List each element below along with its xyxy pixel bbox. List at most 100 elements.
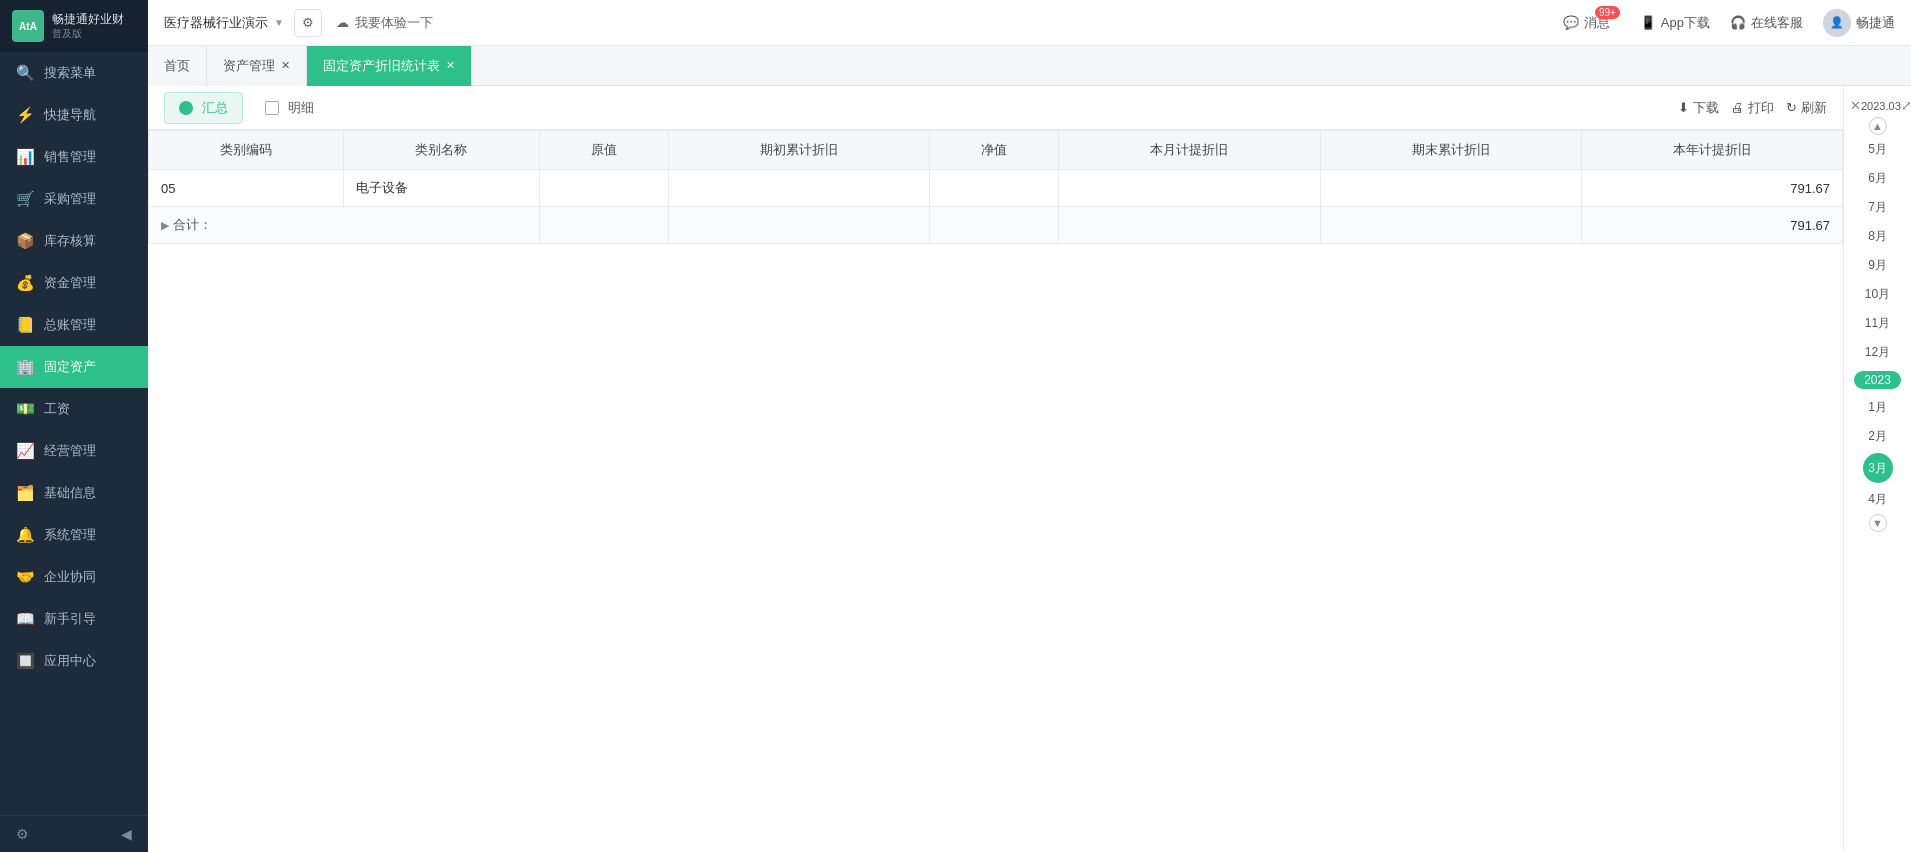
content-area: 汇总 明细 ⬇ 下载 🖨 打印 (148, 86, 1911, 852)
cloud-icon: ☁ (336, 15, 349, 30)
sidebar-item-operations[interactable]: 📈 经营管理 (0, 430, 148, 472)
refresh-label: 刷新 (1801, 99, 1827, 117)
cell-monthly-dep (1059, 170, 1320, 207)
messages-button[interactable]: 💬 消息 99+ (1563, 14, 1610, 32)
month-item-2[interactable]: 2月 (1844, 422, 1911, 451)
month-item-11[interactable]: 11月 (1844, 309, 1911, 338)
tab-depreciation-report-label: 固定资产折旧统计表 (323, 57, 440, 75)
month-item-7[interactable]: 7月 (1844, 193, 1911, 222)
phone-icon: 📱 (1640, 15, 1656, 30)
cell-annual-dep: 791.67 (1581, 170, 1842, 207)
topbar-settings-button[interactable]: ⚙ (294, 9, 322, 37)
tab-depreciation-report[interactable]: 固定资产折旧统计表 ✕ (307, 46, 472, 86)
sidebar-item-label: 资金管理 (44, 274, 96, 292)
tab-depreciation-report-close-icon[interactable]: ✕ (446, 59, 455, 72)
sidebar-item-label: 系统管理 (44, 526, 96, 544)
subtabs-right: ⬇ 下载 🖨 打印 ↻ 刷新 (1678, 99, 1827, 117)
date-panel-close-button[interactable]: ✕ (1850, 98, 1861, 113)
sidebar-item-search[interactable]: 🔍 搜索菜单 (0, 52, 148, 94)
headset-icon: 🎧 (1730, 15, 1746, 30)
sidebar-item-ledger[interactable]: 📒 总账管理 (0, 304, 148, 346)
sidebar-item-label: 搜索菜单 (44, 64, 96, 82)
cell-code: 05 (149, 170, 344, 207)
month-item-10[interactable]: 10月 (1844, 280, 1911, 309)
sidebar-item-label: 新手引导 (44, 610, 96, 628)
sidebar-item-basic-info[interactable]: 🗂️ 基础信息 (0, 472, 148, 514)
sidebar-item-fixed-assets[interactable]: 🏢 固定资产 (0, 346, 148, 388)
total-label-text: 合计： (173, 216, 212, 234)
sidebar-item-label: 工资 (44, 400, 70, 418)
month-item-1[interactable]: 1月 (1844, 393, 1911, 422)
content-main: 汇总 明细 ⬇ 下载 🖨 打印 (148, 86, 1843, 852)
month-list-prev: 5月 6月 7月 8月 9月 10月 11月 12月 (1844, 135, 1911, 367)
cell-name: 电子设备 (344, 170, 539, 207)
print-label: 打印 (1748, 99, 1774, 117)
sidebar-item-sales[interactable]: 📊 销售管理 (0, 136, 148, 178)
experience-button[interactable]: ☁ 我要体验一下 (336, 14, 433, 32)
refresh-button[interactable]: ↻ 刷新 (1786, 99, 1827, 117)
print-button[interactable]: 🖨 打印 (1731, 99, 1774, 117)
sidebar-item-label: 基础信息 (44, 484, 96, 502)
month-item-8[interactable]: 8月 (1844, 222, 1911, 251)
tab-asset-management-label: 资产管理 (223, 57, 275, 75)
month-item-6[interactable]: 6月 (1844, 164, 1911, 193)
tab-home[interactable]: 首页 (148, 46, 207, 86)
subtab-summary[interactable]: 汇总 (164, 92, 243, 124)
sidebar-item-app-center[interactable]: 🔲 应用中心 (0, 640, 148, 682)
messages-badge: 99+ (1595, 6, 1620, 19)
month-item-12[interactable]: 12月 (1844, 338, 1911, 367)
sidebar-item-label: 企业协同 (44, 568, 96, 586)
col-header-code: 类别编码 (149, 131, 344, 170)
topbar-right: 💬 消息 99+ 📱 App下载 🎧 在线客服 👤 畅捷通 (1563, 9, 1895, 37)
handshake-icon: 🤝 (16, 568, 34, 586)
app-download-button[interactable]: 📱 App下载 (1640, 14, 1710, 32)
year-up-button[interactable]: ▲ (1869, 117, 1887, 135)
current-year-badge[interactable]: 2023 (1854, 371, 1901, 389)
col-header-net: 净值 (930, 131, 1059, 170)
sidebar-item-finance[interactable]: 💰 资金管理 (0, 262, 148, 304)
tab-asset-management[interactable]: 资产管理 ✕ (207, 46, 307, 86)
col-header-monthly-dep: 本月计提折旧 (1059, 131, 1320, 170)
month-item-3-active[interactable]: 3月 (1863, 453, 1893, 483)
online-service-button[interactable]: 🎧 在线客服 (1730, 14, 1803, 32)
sidebar-item-quicknav[interactable]: ⚡ 快捷导航 (0, 94, 148, 136)
lightning-icon: ⚡ (16, 106, 34, 124)
logo-text: 畅捷通好业财 普及版 (52, 12, 124, 41)
total-end-acc (1320, 207, 1581, 244)
total-label-cell: ▶ 合计： (149, 207, 540, 244)
year-down-button[interactable]: ▼ (1869, 514, 1887, 532)
collapse-icon[interactable]: ◀ (121, 826, 132, 842)
sidebar-item-purchase[interactable]: 🛒 采购管理 (0, 178, 148, 220)
money-icon: 💰 (16, 274, 34, 292)
date-panel-header: ✕ 2023.03 ⤢ (1844, 94, 1911, 117)
sidebar-item-label: 快捷导航 (44, 106, 96, 124)
sidebar-item-cooperation[interactable]: 🤝 企业协同 (0, 556, 148, 598)
date-panel-expand-button[interactable]: ⤢ (1901, 98, 1911, 113)
tab-asset-management-close-icon[interactable]: ✕ (281, 59, 290, 72)
book-icon: 📒 (16, 316, 34, 334)
sidebar-item-label: 固定资产 (44, 358, 96, 376)
month-item-9[interactable]: 9月 (1844, 251, 1911, 280)
total-annual-dep: 791.67 (1581, 207, 1842, 244)
sidebar-item-salary[interactable]: 💵 工资 (0, 388, 148, 430)
date-panel-year-label: 2023.03 (1861, 100, 1901, 112)
sidebar-item-inventory[interactable]: 📦 库存核算 (0, 220, 148, 262)
company-name: 医疗器械行业演示 (164, 14, 268, 32)
settings-icon[interactable]: ⚙ (16, 826, 29, 842)
sidebar-item-system[interactable]: 🔔 系统管理 (0, 514, 148, 556)
building-icon: 🏢 (16, 358, 34, 376)
download-button[interactable]: ⬇ 下载 (1678, 99, 1719, 117)
salary-icon: 💵 (16, 400, 34, 418)
expand-icon: ▶ (161, 219, 169, 232)
main-area: 医疗器械行业演示 ▼ ⚙ ☁ 我要体验一下 💬 消息 99+ 📱 App下载 🎧… (148, 0, 1911, 852)
company-selector[interactable]: 医疗器械行业演示 ▼ (164, 14, 284, 32)
user-menu[interactable]: 👤 畅捷通 (1823, 9, 1895, 37)
subtab-detail[interactable]: 明细 (251, 93, 328, 123)
month-item-5[interactable]: 5月 (1844, 135, 1911, 164)
table-total-row: ▶ 合计： 791.67 (149, 207, 1843, 244)
print-icon: 🖨 (1731, 100, 1744, 115)
search-icon: 🔍 (16, 64, 34, 82)
month-item-4[interactable]: 4月 (1844, 485, 1911, 514)
sidebar-item-guide[interactable]: 📖 新手引导 (0, 598, 148, 640)
grid-icon: 🔲 (16, 652, 34, 670)
